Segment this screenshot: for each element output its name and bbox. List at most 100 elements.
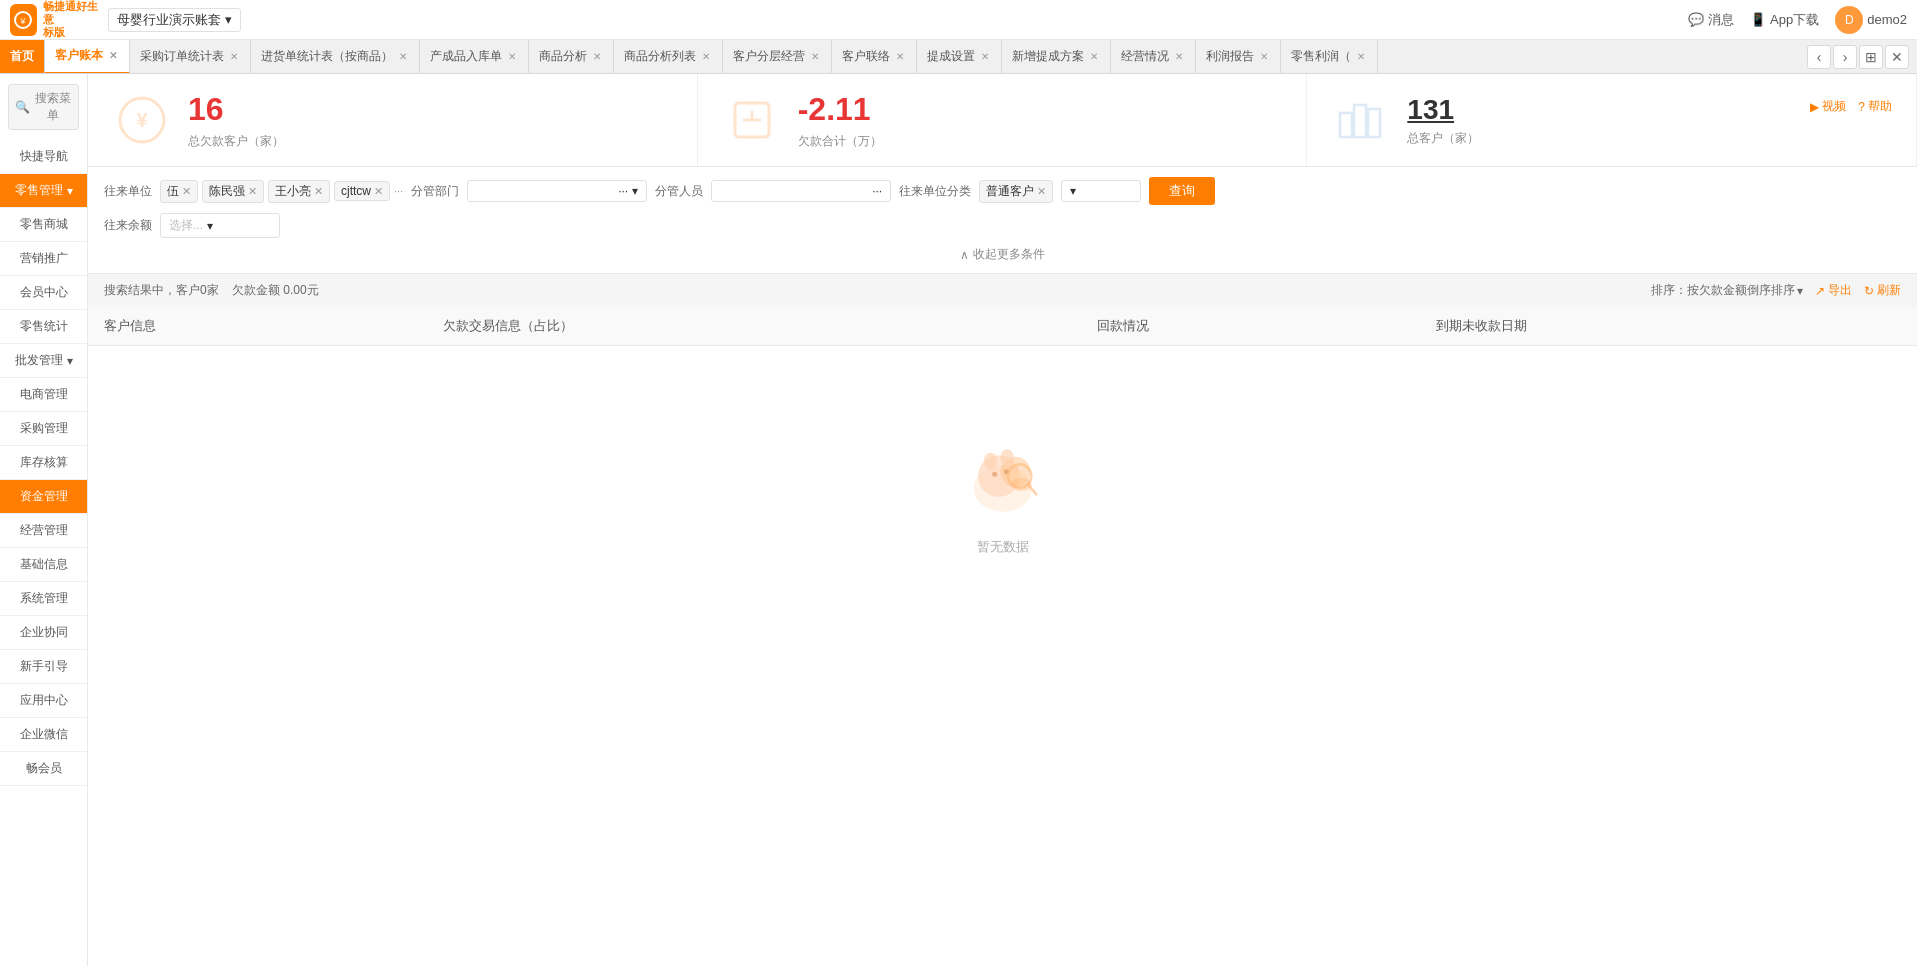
balance-label: 往来余额: [104, 217, 152, 234]
avatar: D: [1835, 6, 1863, 34]
tab-improve-settings[interactable]: 提成设置 ✕: [917, 40, 1002, 74]
sidebar-item-system[interactable]: 系统管理: [0, 582, 87, 616]
unit-tag-close-2[interactable]: ✕: [314, 185, 323, 198]
tab-close-improve-settings[interactable]: ✕: [979, 50, 991, 63]
tab-close-customer-segment[interactable]: ✕: [809, 50, 821, 63]
unit-tag-2[interactable]: 王小亮 ✕: [268, 180, 330, 203]
results-bar-right: 排序：按欠款金额倒序排序 ▾ ↗ 导出 ↻ 刷新: [1651, 282, 1901, 299]
tab-customer-segment[interactable]: 客户分层经营 ✕: [723, 40, 832, 74]
unit-tag-1[interactable]: 陈民强 ✕: [202, 180, 264, 203]
tab-accounts[interactable]: 客户账本 ✕: [45, 40, 130, 74]
tab-close-production[interactable]: ✕: [506, 50, 518, 63]
tab-goods-analysis-list[interactable]: 商品分析列表 ✕: [614, 40, 723, 74]
sidebar-item-operation[interactable]: 经营管理: [0, 514, 87, 548]
tab-profit-report[interactable]: 利润报告 ✕: [1196, 40, 1281, 74]
sidebar-search-btn[interactable]: 🔍 搜索菜单: [8, 84, 79, 130]
video-link[interactable]: ▶ 视频: [1810, 98, 1846, 115]
tab-new-improve[interactable]: 新增提成方案 ✕: [1002, 40, 1111, 74]
tab-close-accounts[interactable]: ✕: [107, 49, 119, 62]
tab-purchase-orders[interactable]: 采购订单统计表 ✕: [130, 40, 251, 74]
tab-close-customer-contact[interactable]: ✕: [894, 50, 906, 63]
sidebar-item-finance[interactable]: 资金管理: [0, 480, 87, 514]
tab-close-new-improve[interactable]: ✕: [1088, 50, 1100, 63]
tab-home[interactable]: 首页: [0, 40, 45, 74]
unit-tag-close-1[interactable]: ✕: [248, 185, 257, 198]
app-download-btn[interactable]: 📱 App下载: [1750, 11, 1819, 29]
sidebar-item-new-guide[interactable]: 新手引导: [0, 650, 87, 684]
person-label: 分管人员: [655, 183, 703, 200]
sidebar-item-retail-mall[interactable]: 零售商城: [0, 208, 87, 242]
tab-expand-btn[interactable]: ⊞: [1859, 45, 1883, 69]
tab-customer-contact[interactable]: 客户联络 ✕: [832, 40, 917, 74]
messages-btn[interactable]: 💬 消息: [1688, 11, 1734, 29]
empty-state: 暂无数据: [88, 346, 1917, 636]
stat-label-total: 总客户（家）: [1407, 130, 1479, 147]
refresh-btn[interactable]: ↻ 刷新: [1864, 282, 1901, 299]
sidebar-item-marketing[interactable]: 营销推广: [0, 242, 87, 276]
dept-select[interactable]: ··· ▾: [467, 180, 647, 202]
unit-tag-0[interactable]: 伍 ✕: [160, 180, 198, 203]
sidebar-item-vip-member[interactable]: 畅会员: [0, 752, 87, 786]
empty-text: 暂无数据: [977, 538, 1029, 556]
sidebar: 🔍 搜索菜单 快捷导航 零售管理 ▾ 零售商城 营销推广 会员中心 零售统计 批…: [0, 74, 88, 966]
sidebar-item-retail-stats[interactable]: 零售统计: [0, 310, 87, 344]
unit-tags: 伍 ✕ 陈民强 ✕ 王小亮 ✕ cjttcw ✕ ···: [160, 180, 403, 203]
col-debt-info: 欠款交易信息（占比）: [427, 307, 1081, 346]
unit-class-select[interactable]: ▾: [1061, 180, 1141, 202]
tab-retail-profit[interactable]: 零售利润（ ✕: [1281, 40, 1378, 74]
unit-tag-3[interactable]: cjttcw ✕: [334, 181, 390, 201]
sidebar-item-enterprise[interactable]: 企业协同: [0, 616, 87, 650]
tab-next-btn[interactable]: ›: [1833, 45, 1857, 69]
tab-close-all-btn[interactable]: ✕: [1885, 45, 1909, 69]
tab-production[interactable]: 产成品入库单 ✕: [420, 40, 529, 74]
collapse-button[interactable]: ∧ 收起更多条件: [960, 246, 1045, 263]
company-selector[interactable]: 母婴行业演示账套 ▾: [108, 8, 241, 32]
sidebar-item-inventory[interactable]: 库存核算: [0, 446, 87, 480]
sidebar-item-member[interactable]: 会员中心: [0, 276, 87, 310]
sidebar-item-wholesale[interactable]: 批发管理 ▾: [0, 344, 87, 378]
logo: ¥ 畅捷通好生意 标版: [10, 0, 98, 39]
stat-icon-total: [1331, 90, 1391, 150]
stat-card-actions: ▶ 视频 ? 帮助: [1810, 90, 1892, 115]
results-summary: 搜索结果中，客户0家 欠款金额 0.00元: [104, 282, 319, 299]
query-button[interactable]: 查询: [1149, 177, 1215, 205]
svg-text:¥: ¥: [136, 109, 148, 131]
tab-operation-status[interactable]: 经营情况 ✕: [1111, 40, 1196, 74]
unit-tag-close-3[interactable]: ✕: [374, 185, 383, 198]
unit-class-tag-0[interactable]: 普通客户 ✕: [979, 180, 1053, 203]
stat-info-total: 131 总客户（家）: [1407, 93, 1479, 148]
unit-tag-close-0[interactable]: ✕: [182, 185, 191, 198]
tab-close-goods-analysis[interactable]: ✕: [591, 50, 603, 63]
filter-row-2: 往来余额 选择... ▾: [104, 213, 1901, 238]
tab-goods-analysis[interactable]: 商品分析 ✕: [529, 40, 614, 74]
balance-select[interactable]: 选择... ▾: [160, 213, 280, 238]
stat-card-total: 131 总客户（家） ▶ 视频 ? 帮助: [1307, 74, 1917, 166]
tab-close-profit-report[interactable]: ✕: [1258, 50, 1270, 63]
tab-close-operation-status[interactable]: ✕: [1173, 50, 1185, 63]
tab-close-retail-profit[interactable]: ✕: [1355, 50, 1367, 63]
main-layout: 🔍 搜索菜单 快捷导航 零售管理 ▾ 零售商城 营销推广 会员中心 零售统计 批…: [0, 74, 1917, 966]
filter-area: 往来单位 伍 ✕ 陈民强 ✕ 王小亮 ✕ cjttcw: [88, 167, 1917, 274]
sidebar-item-basic-info[interactable]: 基础信息: [0, 548, 87, 582]
tab-close-goods-analysis-list[interactable]: ✕: [700, 50, 712, 63]
sort-select[interactable]: 排序：按欠款金额倒序排序 ▾: [1651, 282, 1803, 299]
person-select[interactable]: ···: [711, 180, 891, 202]
tab-prev-btn[interactable]: ‹: [1807, 45, 1831, 69]
sidebar-item-app-center[interactable]: 应用中心: [0, 684, 87, 718]
user-menu[interactable]: D demo2: [1835, 6, 1907, 34]
help-link[interactable]: ? 帮助: [1858, 98, 1892, 115]
tab-close-stock-stats[interactable]: ✕: [397, 50, 409, 63]
tab-stock-stats[interactable]: 进货单统计表（按商品） ✕: [251, 40, 420, 74]
table-area: 客户信息 欠款交易信息（占比） 回款情况 到期未收款日期: [88, 307, 1917, 966]
unit-class-tag-close-0[interactable]: ✕: [1037, 185, 1046, 198]
export-btn[interactable]: ↗ 导出: [1815, 282, 1852, 299]
sidebar-item-retail[interactable]: 零售管理 ▾: [0, 174, 87, 208]
unit-tag-more[interactable]: ···: [394, 185, 403, 197]
sidebar-item-quick-nav[interactable]: 快捷导航: [0, 140, 87, 174]
tab-close-purchase-orders[interactable]: ✕: [228, 50, 240, 63]
sidebar-item-purchase[interactable]: 采购管理: [0, 412, 87, 446]
data-table: 客户信息 欠款交易信息（占比） 回款情况 到期未收款日期: [88, 307, 1917, 636]
sidebar-item-ecommerce[interactable]: 电商管理: [0, 378, 87, 412]
sidebar-item-enterprise-wechat[interactable]: 企业微信: [0, 718, 87, 752]
sidebar-search-area: 🔍 搜索菜单: [0, 74, 87, 140]
